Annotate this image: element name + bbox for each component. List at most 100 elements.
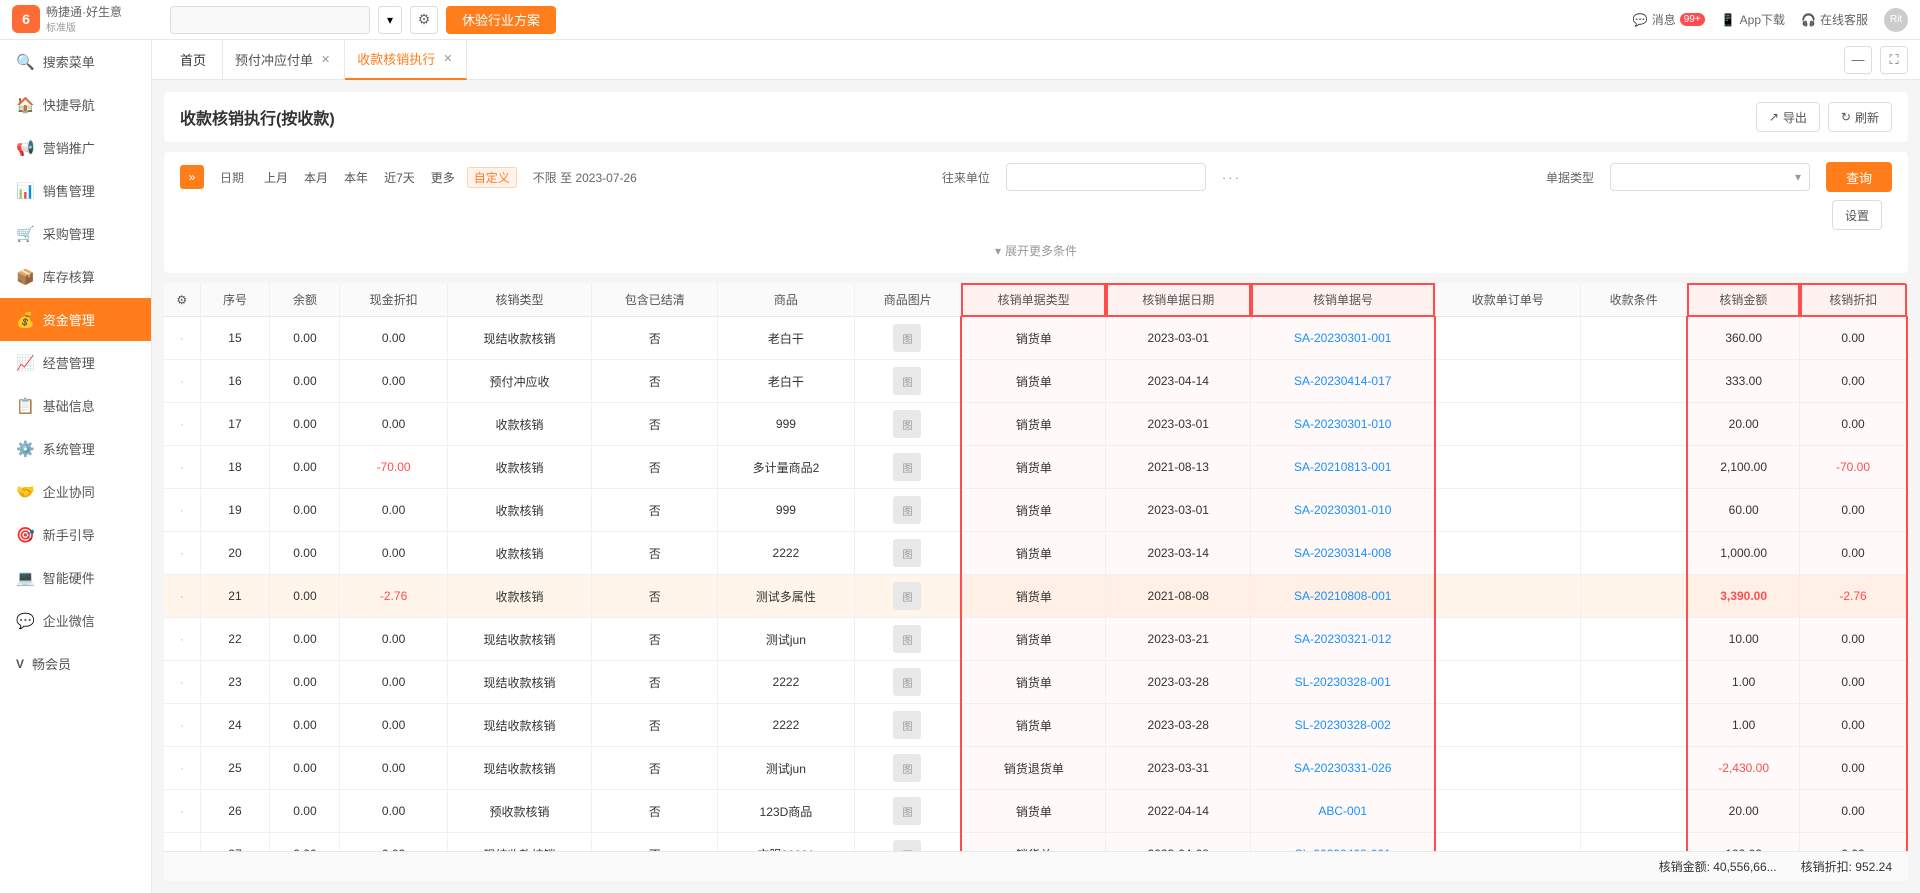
table-header-row: ⚙ 序号 余额 现金折扣 核销类型 包含已结清 商品 商品图片 核销单据类型 核… [164,283,1907,317]
td-cash-discount: 0.00 [340,704,447,747]
query-btn[interactable]: 查询 [1826,162,1892,192]
td-cancel-order-no[interactable]: SA-20230301-010 [1251,489,1436,532]
table-row: · 24 0.00 0.00 现结收款核销 否 2222 图 销货单 2023-… [164,704,1907,747]
td-cancel-order-date: 2021-08-13 [1106,446,1251,489]
td-seq: 23 [200,661,270,704]
from-unit-input[interactable] [1006,163,1206,191]
chevron-down-icon: ▾ [1795,170,1801,184]
td-includes-settled: 否 [592,790,718,833]
messages-btn[interactable]: 💬 消息 99+ [1633,11,1705,28]
tab-home[interactable]: 首页 [164,40,223,80]
td-cancel-order-no[interactable]: ABC-001 [1251,790,1436,833]
td-cancel-order-no[interactable]: SA-20230301-001 [1251,317,1436,360]
td-cancel-order-no[interactable]: SL-20230328-002 [1251,704,1436,747]
dropdown-btn[interactable]: ▾ [378,6,402,34]
sidebar-item-search[interactable]: 🔍 搜索菜单 [0,40,151,83]
sidebar-item-hardware[interactable]: 💻 智能硬件 [0,556,151,599]
td-cancel-order-no[interactable]: SA-20230331-026 [1251,747,1436,790]
td-cancel-order-no[interactable]: SL-20230328-001 [1251,661,1436,704]
td-goods: 测试jun [718,747,854,790]
megaphone-icon: 📢 [16,139,35,157]
td-balance: 0.00 [270,747,340,790]
td-cancel-order-no[interactable]: SA-20210813-001 [1251,446,1436,489]
sidebar-item-label: 快捷导航 [43,95,95,114]
date-option-7days[interactable]: 近7天 [380,167,419,188]
sidebar-item-system[interactable]: ⚙️ 系统管理 [0,427,151,470]
order-type-select[interactable]: ▾ [1610,163,1810,191]
tab-maximize-btn[interactable]: ⛶ [1880,46,1908,74]
td-cash-discount: 0.00 [340,317,447,360]
td-includes-settled: 否 [592,618,718,661]
tab-receipt[interactable]: 收款核销执行 ✕ [345,40,467,80]
td-cancel-discount: 0.00 [1800,317,1907,360]
sidebar-item-guide[interactable]: 🎯 新手引导 [0,513,151,556]
sidebar-item-label: 基础信息 [43,396,95,415]
td-cancel-order-date: 2022-04-14 [1106,790,1251,833]
td-seq: 22 [200,618,270,661]
th-settings[interactable]: ⚙ [164,283,200,317]
sidebar-item-sales[interactable]: 📊 销售管理 [0,169,151,212]
sidebar-item-wechat[interactable]: 💬 企业微信 [0,599,151,642]
td-cancel-order-no[interactable]: SA-20210808-001 [1251,575,1436,618]
td-receipt-condition [1580,575,1687,618]
td-goods-image: 图 [854,661,961,704]
sidebar-item-inventory[interactable]: 📦 库存核算 [0,255,151,298]
date-option-this-month[interactable]: 本月 [300,167,332,188]
gear-button[interactable]: ⚙ [410,6,438,34]
filter-expand-btn[interactable]: » [180,165,204,189]
td-cancel-order-date: 2023-03-21 [1106,618,1251,661]
date-option-more[interactable]: 更多 [427,167,459,188]
td-cancel-order-date: 2023-03-31 [1106,747,1251,790]
th-receipt-condition: 收款条件 [1580,283,1687,317]
table-body: · 15 0.00 0.00 现结收款核销 否 老白干 图 销货单 2023-0… [164,317,1907,852]
tab-prepay-close[interactable]: ✕ [319,51,332,68]
td-cancel-discount: 0.00 [1800,833,1907,852]
tab-bar: 首页 预付冲应付单 ✕ 收款核销执行 ✕ — ⛶ [152,40,1920,80]
sidebar-item-label: 企业微信 [43,611,95,630]
td-cancel-order-no[interactable]: SA-20230321-012 [1251,618,1436,661]
refresh-btn[interactable]: ↻ 刷新 [1828,102,1892,132]
online-service-btn[interactable]: 🎧 在线客服 [1801,11,1868,28]
sidebar-item-funds[interactable]: 💰 资金管理 [0,298,151,341]
td-cancel-order-no[interactable]: SA-20230414-017 [1251,360,1436,403]
sidebar-item-purchase[interactable]: 🛒 采购管理 [0,212,151,255]
tab-receipt-close[interactable]: ✕ [441,50,454,67]
td-receipt-condition [1580,704,1687,747]
td-cancel-discount: -70.00 [1800,446,1907,489]
tab-minimize-btn[interactable]: — [1844,46,1872,74]
top-bar-center: ▾ ⚙ 休验行业方案 [170,6,1625,34]
expand-conditions-btn[interactable]: ▾ 展开更多条件 [180,238,1892,263]
td-includes-settled: 否 [592,317,718,360]
td-receipt-condition [1580,446,1687,489]
tab-prepay[interactable]: 预付冲应付单 ✕ [223,40,345,80]
td-cancel-order-date: 2021-08-08 [1106,575,1251,618]
td-receipt-condition [1580,532,1687,575]
date-option-last-month[interactable]: 上月 [260,167,292,188]
td-seq: 26 [200,790,270,833]
tab-prepay-label: 预付冲应付单 [235,50,313,69]
app-download-btn[interactable]: 📱 App下载 [1721,11,1785,28]
td-cancel-order-no[interactable]: SA-20230301-010 [1251,403,1436,446]
date-option-this-year[interactable]: 本年 [340,167,372,188]
td-cancel-order-no[interactable]: SL-20230408-001 [1251,833,1436,852]
table-scroll[interactable]: ⚙ 序号 余额 现金折扣 核销类型 包含已结清 商品 商品图片 核销单据类型 核… [164,283,1908,851]
td-goods-image: 图 [854,747,961,790]
filter-settings-btn[interactable]: 设置 [1832,200,1882,230]
td-settings: · [164,446,200,489]
filter-date-options: 上月 本月 本年 近7天 更多 自定义 [260,167,517,188]
export-btn[interactable]: ↗ 导出 [1756,102,1820,132]
sidebar-item-operation[interactable]: 📈 经营管理 [0,341,151,384]
sidebar-item-quick-nav[interactable]: 🏠 快捷导航 [0,83,151,126]
th-goods-image: 商品图片 [854,283,961,317]
search-input[interactable] [170,6,370,34]
td-cancel-order-no[interactable]: SA-20230314-008 [1251,532,1436,575]
sidebar-item-basic[interactable]: 📋 基础信息 [0,384,151,427]
user-avatar[interactable]: Rit [1884,8,1908,32]
sidebar-item-marketing[interactable]: 📢 营销推广 [0,126,151,169]
date-custom-btn[interactable]: 自定义 [467,167,517,188]
industry-btn[interactable]: 休验行业方案 [446,6,556,34]
sidebar-item-enterprise[interactable]: 🤝 企业协同 [0,470,151,513]
sidebar-item-member[interactable]: V 畅会员 [0,642,151,685]
td-settings: · [164,747,200,790]
sidebar-item-label: 新手引导 [43,525,95,544]
